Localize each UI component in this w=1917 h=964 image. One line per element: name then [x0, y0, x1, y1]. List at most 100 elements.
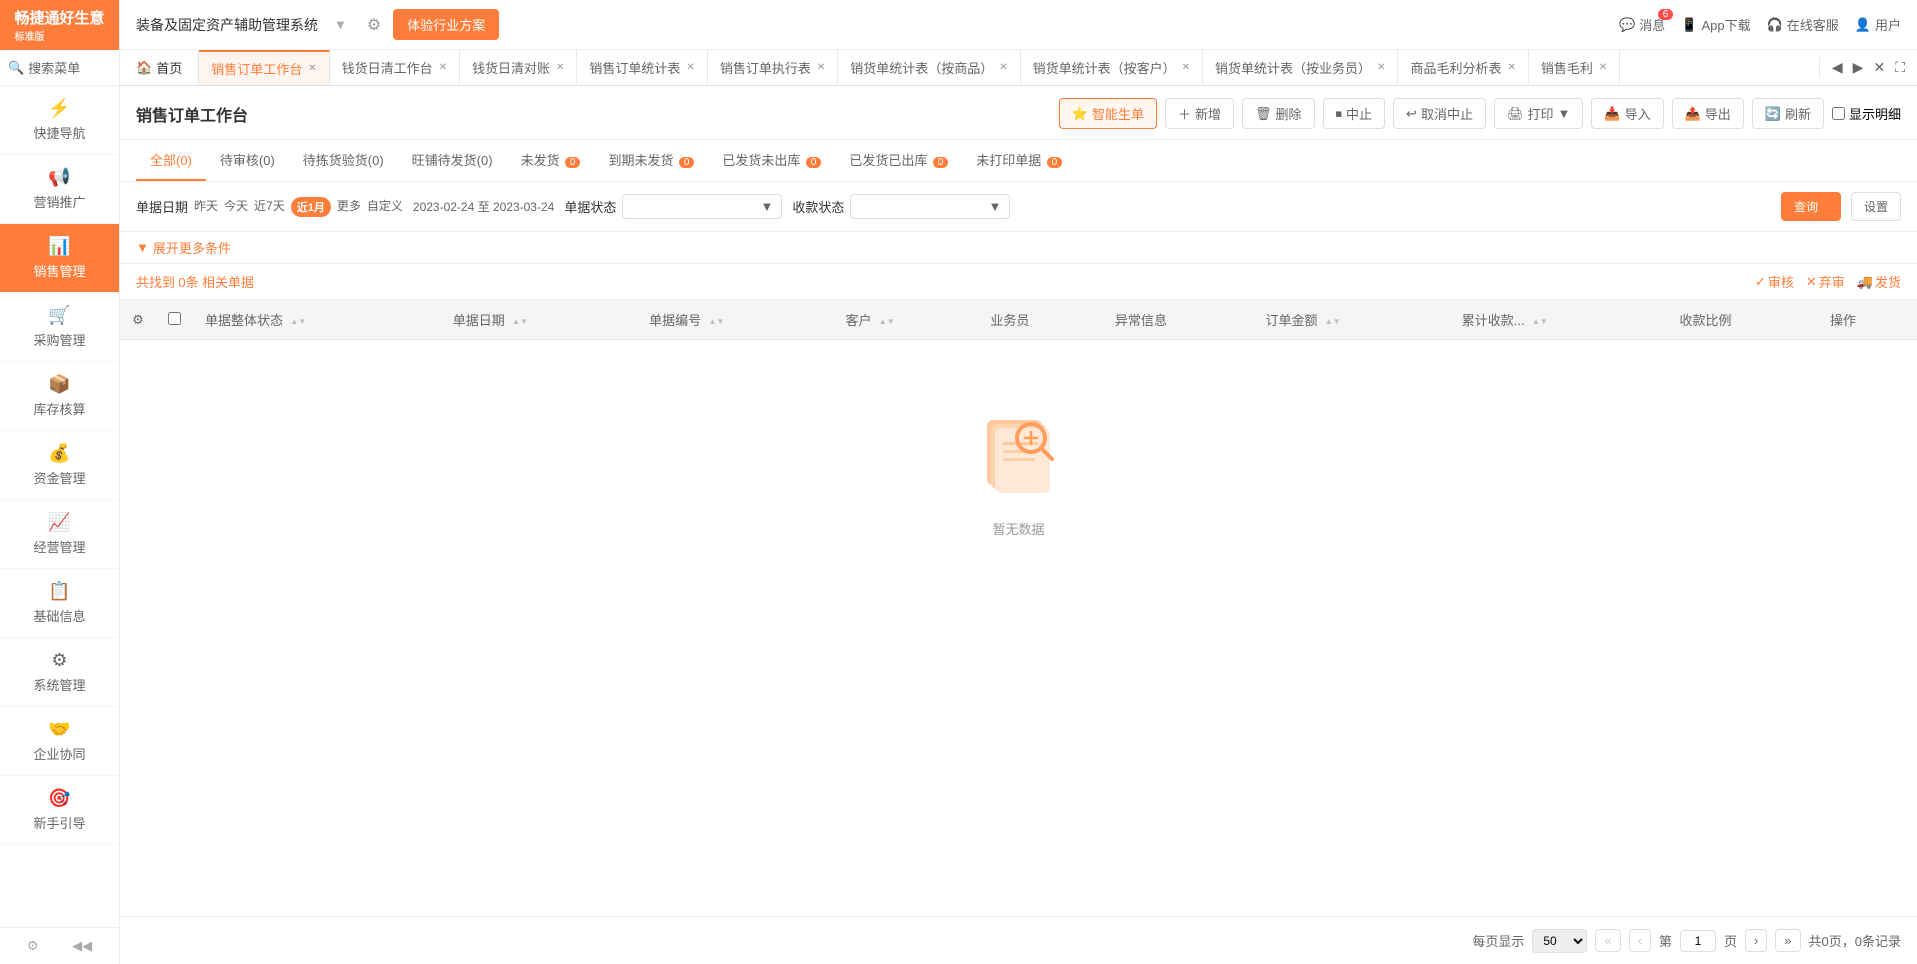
th-number[interactable]: 单据编号 ▲▼ — [637, 300, 833, 340]
settings-filter-btn[interactable]: 设置 — [1851, 192, 1901, 221]
sidebar-search[interactable]: 🔍 搜索菜单 — [0, 50, 119, 86]
status-select[interactable]: ▼ — [622, 194, 782, 219]
sub-tab-shipped-not-out[interactable]: 已发货未出库 0 — [708, 140, 835, 181]
tabs-fullscreen-btn[interactable]: ⛶ — [1891, 57, 1909, 78]
expand-filter-btn[interactable]: ▼ 展开更多条件 — [136, 238, 231, 257]
tab-unified-product[interactable]: 销货单统计表（按商品） ✕ — [838, 50, 1020, 86]
sub-tab-shipped-out[interactable]: 已发货已出库 0 — [835, 140, 962, 181]
sub-tab-wangpu-pending[interactable]: 旺铺待发货(0) — [398, 140, 507, 181]
user-btn[interactable]: 👤 用户 — [1855, 15, 1901, 34]
delete-btn[interactable]: 🗑 删除 — [1242, 98, 1315, 129]
refresh-btn[interactable]: 🔄 刷新 — [1752, 98, 1824, 129]
tab-close-cash-daily[interactable]: ✕ — [439, 62, 447, 73]
sub-tab-pending-review[interactable]: 待审核(0) — [206, 140, 289, 181]
tab-cash-daily[interactable]: 钱货日清工作台 ✕ — [330, 50, 460, 86]
sub-tab-not-shipped[interactable]: 未发货 0 — [507, 140, 595, 181]
experience-btn[interactable]: 体验行业方案 — [393, 9, 499, 40]
message-btn[interactable]: 💬 消息 6 — [1619, 15, 1665, 34]
settings-icon[interactable]: ⚙ — [27, 938, 39, 954]
tabs-next-btn[interactable]: ▶ — [1849, 57, 1868, 78]
tabs-close-btn[interactable]: ✕ — [1869, 57, 1889, 78]
tabs-prev-btn[interactable]: ◀ — [1828, 57, 1847, 78]
tab-unified-customer[interactable]: 销货单统计表（按客户） ✕ — [1021, 50, 1203, 86]
sidebar-item-system[interactable]: ⚙ 系统管理 — [0, 638, 119, 707]
select-all-checkbox[interactable] — [168, 312, 181, 325]
import-btn[interactable]: 📥 导入 — [1591, 98, 1663, 129]
smart-create-btn[interactable]: ⭐ 智能生单 — [1059, 98, 1157, 129]
sidebar-item-basic-info[interactable]: 📋 基础信息 — [0, 569, 119, 638]
sidebar-item-finance[interactable]: 💰 资金管理 — [0, 431, 119, 500]
settings-col-icon[interactable]: ⚙ — [132, 312, 144, 327]
query-btn[interactable]: 查询 — [1781, 192, 1841, 221]
sub-tab-not-printed[interactable]: 未打印单据 0 — [962, 140, 1076, 181]
payment-select[interactable]: ▼ — [850, 194, 1010, 219]
tab-close-cash-reconcile[interactable]: ✕ — [556, 62, 564, 73]
tab-sales-exec[interactable]: 销售订单执行表 ✕ — [708, 50, 838, 86]
headset-icon: 🎧 — [1767, 17, 1783, 33]
th-customer[interactable]: 客户 ▲▼ — [833, 300, 978, 340]
sidebar-item-sales[interactable]: 📊 销售管理 — [0, 224, 119, 293]
tab-close-gross-margin[interactable]: ✕ — [1507, 62, 1515, 73]
show-detail-checkbox[interactable] — [1832, 107, 1845, 120]
prev-page-btn[interactable]: ‹ — [1629, 929, 1651, 952]
date-opt-yesterday[interactable]: 昨天 — [194, 197, 218, 217]
export-btn[interactable]: 📤 导出 — [1672, 98, 1744, 129]
sidebar-item-operation[interactable]: 📈 经营管理 — [0, 500, 119, 569]
abandon-review-action[interactable]: ✕ 弃审 — [1806, 272, 1845, 291]
next-page-btn[interactable]: › — [1745, 929, 1767, 952]
print-btn[interactable]: 🖨 打印 ▼ — [1494, 98, 1583, 129]
message-badge: 6 — [1658, 9, 1674, 20]
sub-tab-all[interactable]: 全部(0) — [136, 140, 206, 181]
app-download-btn[interactable]: 📱 App下载 — [1681, 15, 1750, 34]
date-opt-7days[interactable]: 近7天 — [254, 197, 285, 217]
cancel-stop-btn[interactable]: ↩ 取消中止 — [1393, 98, 1486, 129]
date-opt-today[interactable]: 今天 — [224, 197, 248, 217]
dropdown-icon[interactable]: ▼ — [334, 17, 347, 32]
sidebar-item-inventory[interactable]: 📦 库存核算 — [0, 362, 119, 431]
tab-cash-reconcile[interactable]: 钱货日清对账 ✕ — [460, 50, 577, 86]
th-amount[interactable]: 订单金额 ▲▼ — [1253, 300, 1449, 340]
tab-close-unified-customer[interactable]: ✕ — [1182, 62, 1190, 73]
tab-gross-margin[interactable]: 商品毛利分析表 ✕ — [1398, 50, 1528, 86]
tab-sales-workbench[interactable]: 销售订单工作台 ✕ — [199, 50, 329, 86]
tab-close-sales-exec[interactable]: ✕ — [817, 62, 825, 73]
add-btn[interactable]: ＋ 新增 — [1165, 98, 1234, 129]
sub-tab-pending-inspect[interactable]: 待拣货验货(0) — [289, 140, 398, 181]
tab-sales-more[interactable]: 销售毛利 ✕ — [1529, 50, 1620, 86]
sidebar-item-label: 企业协同 — [33, 744, 85, 763]
ship-action[interactable]: 🚚 发货 — [1857, 272, 1901, 291]
sidebar-item-purchase[interactable]: 🛒 采购管理 — [0, 293, 119, 362]
per-page-select[interactable]: 10 20 50 100 — [1532, 929, 1587, 953]
sidebar-item-newbie[interactable]: 🎯 新手引导 — [0, 776, 119, 845]
sidebar-item-label: 销售管理 — [33, 261, 85, 280]
tab-close-sales-stats[interactable]: ✕ — [686, 62, 694, 73]
th-settings[interactable]: ⚙ — [120, 300, 156, 340]
tab-close-unified-product[interactable]: ✕ — [999, 62, 1007, 73]
th-cumulative[interactable]: 累计收款... ▲▼ — [1450, 300, 1668, 340]
tab-unified-staff[interactable]: 销货单统计表（按业务员） ✕ — [1203, 50, 1398, 86]
tab-close-sales-workbench[interactable]: ✕ — [308, 63, 316, 74]
sidebar-item-quick-nav[interactable]: ⚡ 快捷导航 — [0, 86, 119, 155]
th-date[interactable]: 单据日期 ▲▼ — [441, 300, 637, 340]
sub-tab-overdue-not-shipped[interactable]: 到期未发货 0 — [594, 140, 708, 181]
tab-close-unified-staff[interactable]: ✕ — [1377, 62, 1385, 73]
th-checkbox[interactable] — [156, 300, 193, 340]
date-opt-1month[interactable]: 近1月 — [291, 197, 331, 217]
review-action[interactable]: ✓ 审核 — [1755, 272, 1794, 291]
sidebar-item-marketing[interactable]: 📢 营销推广 — [0, 155, 119, 224]
page-input[interactable] — [1680, 930, 1716, 952]
tab-close-sales-more[interactable]: ✕ — [1599, 62, 1607, 73]
date-opt-custom[interactable]: 自定义 — [367, 197, 403, 217]
date-opt-more[interactable]: 更多 — [337, 197, 361, 217]
tab-sales-stats[interactable]: 销售订单统计表 ✕ — [577, 50, 707, 86]
th-status[interactable]: 单据整体状态 ▲▼ — [193, 300, 441, 340]
sidebar-item-enterprise[interactable]: 🤝 企业协同 — [0, 707, 119, 776]
collapse-icon[interactable]: ◀◀ — [72, 938, 92, 954]
stop-btn[interactable]: ⏹ 中止 — [1323, 98, 1386, 129]
online-service-btn[interactable]: 🎧 在线客服 — [1767, 15, 1839, 34]
show-detail-checkbox-label[interactable]: 显示明细 — [1832, 104, 1901, 123]
tab-home[interactable]: 🏠 首页 — [120, 50, 199, 86]
first-page-btn[interactable]: « — [1595, 929, 1620, 952]
topbar-settings-icon[interactable]: ⚙ — [367, 15, 381, 35]
last-page-btn[interactable]: » — [1775, 929, 1800, 952]
